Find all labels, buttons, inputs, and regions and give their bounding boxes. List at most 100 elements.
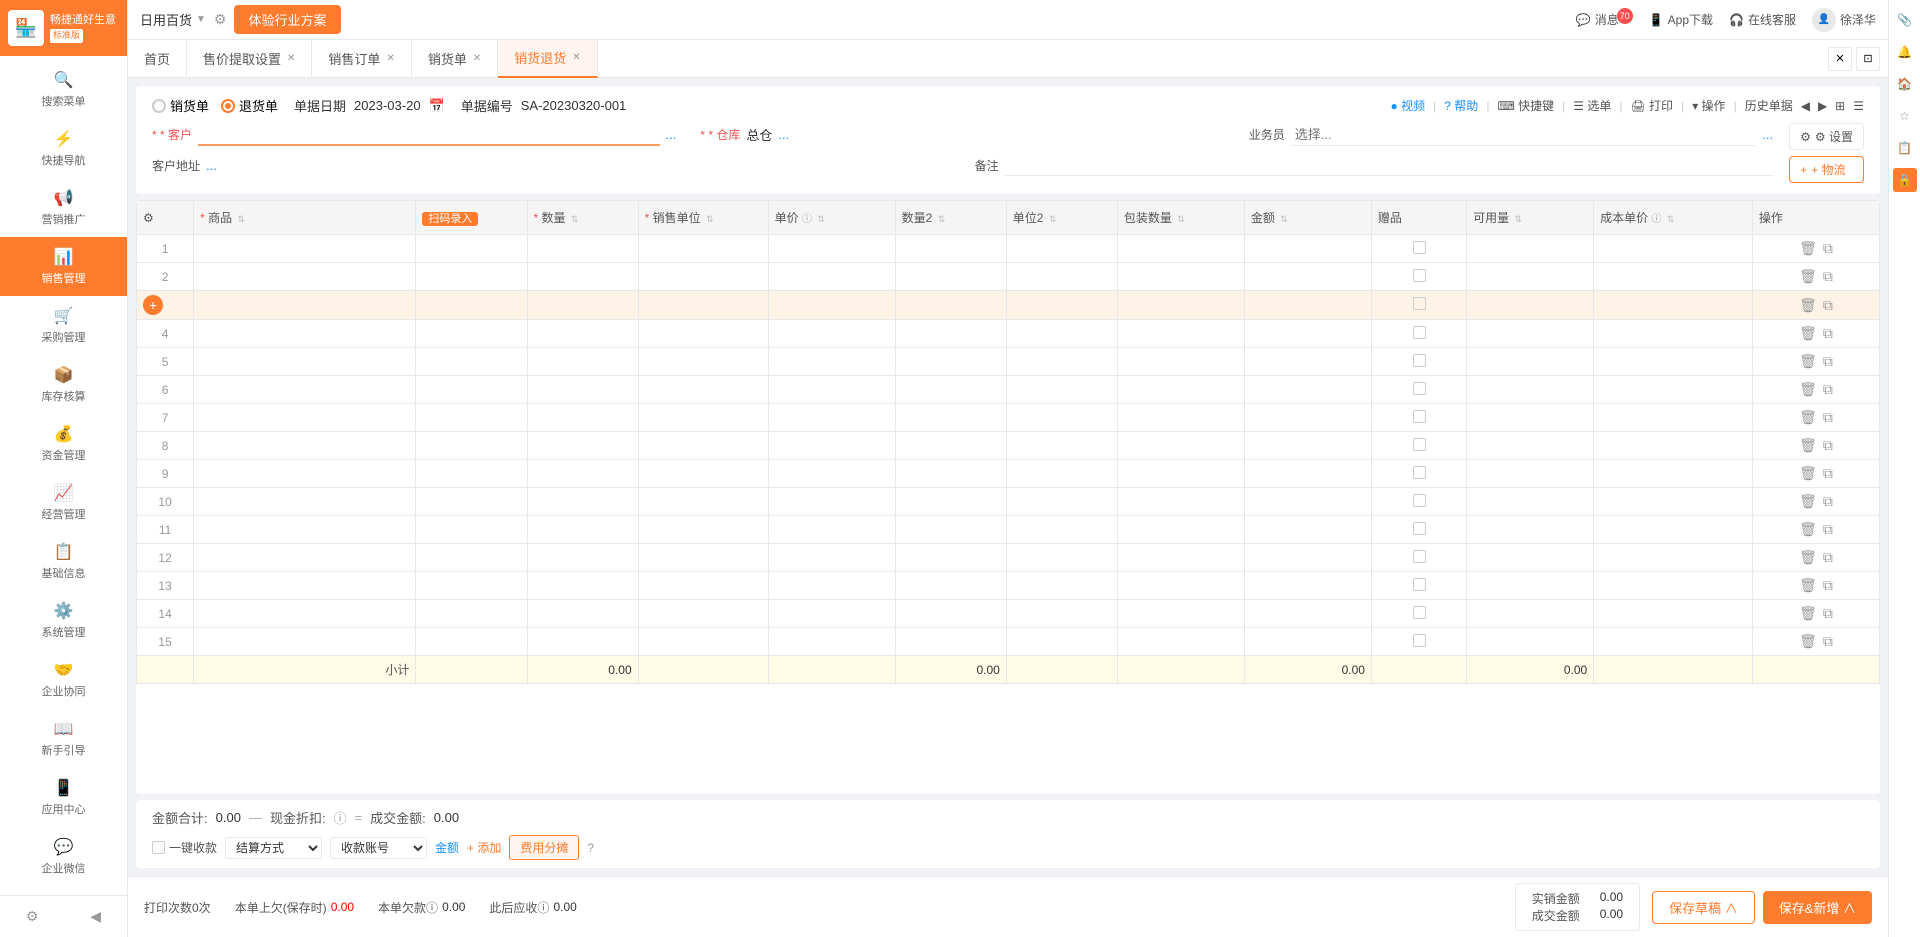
one-click-payment-checkbox[interactable]: 一键收款 [152,839,217,856]
row-delete-icon[interactable]: 🗑 [1799,633,1817,650]
sidebar-item-operations[interactable]: 📈 经营管理 [0,473,127,532]
discount-info-icon[interactable]: ⓘ [334,808,347,827]
payment-checkbox-box[interactable] [152,841,165,854]
salesperson-input[interactable] [1291,124,1757,146]
product-cell[interactable] [194,600,416,628]
right-panel-bell-btn[interactable]: 🔔 [1893,40,1917,64]
tab-delivery[interactable]: 销货单 ✕ [412,40,498,78]
scan-input-button[interactable]: 扫码录入 [422,212,478,226]
radio-return[interactable]: 退货单 [221,96,278,115]
warehouse-picker-dots[interactable]: ... [778,127,789,142]
sidebar-item-wechat[interactable]: 💬 企业微信 [0,827,127,886]
available-sort-icon[interactable]: ⇅ [1515,214,1523,224]
tab-return[interactable]: 销货退货 ✕ [498,40,597,78]
row-copy-icon[interactable]: ⧉ [1823,605,1833,622]
amount-sort-icon[interactable]: ⇅ [1280,214,1288,224]
app-download-button[interactable]: 📱 App下载 [1649,11,1713,28]
row-copy-icon[interactable]: ⧉ [1823,297,1833,314]
col-unit2-header[interactable]: 单位2 ⇅ [1006,201,1117,235]
gift-checkbox[interactable] [1413,326,1426,339]
logistics-button[interactable]: + + 物流 [1789,156,1864,183]
row-copy-icon[interactable]: ⧉ [1823,633,1833,650]
costprice-sort-icon[interactable]: ⇅ [1667,214,1675,224]
radio-delivery[interactable]: 销货单 [152,96,209,115]
settlement-method-select[interactable]: 结算方式 [225,837,322,859]
toolbar-grid2-btn[interactable]: ☰ [1853,99,1864,113]
tab-delivery-close[interactable]: ✕ [473,53,481,64]
right-panel-active-btn[interactable]: 🔒 [1893,168,1917,192]
row-delete-icon[interactable]: 🗑 [1799,465,1817,482]
gift-checkbox[interactable] [1413,578,1426,591]
row-delete-icon[interactable]: 🗑 [1799,549,1817,566]
product-cell[interactable] [194,460,416,488]
tab-close-window[interactable]: ✕ [1828,47,1852,71]
message-button[interactable]: 💬 消息 70 [1576,11,1633,28]
toolbar-select-btn[interactable]: ☰ 选单 [1573,97,1611,114]
tab-return-close[interactable]: ✕ [572,52,580,63]
row-delete-icon[interactable]: 🗑 [1799,381,1817,398]
customer-service-button[interactable]: 🎧 在线客服 [1729,11,1796,28]
gift-checkbox[interactable] [1413,494,1426,507]
col-pkgqty-header[interactable]: 包装数量 ⇅ [1117,201,1244,235]
col-available-header[interactable]: 可用量 ⇅ [1467,201,1594,235]
product-cell[interactable] [194,235,416,263]
right-panel-note-btn[interactable]: 📎 [1893,8,1917,32]
product-cell[interactable] [194,348,416,376]
row-copy-icon[interactable]: ⧉ [1823,549,1833,566]
product-input[interactable] [200,298,409,313]
row-delete-icon[interactable]: 🗑 [1799,325,1817,342]
customer-input[interactable] [198,123,660,146]
customer-picker-dots[interactable]: ... [666,127,677,142]
toolbar-shortcut-btn[interactable]: ⌨ 快捷键 [1497,97,1554,114]
gift-checkbox[interactable] [1413,354,1426,367]
col-amount-header[interactable]: 金额 ⇅ [1244,201,1371,235]
gift-checkbox[interactable] [1413,297,1426,310]
sidebar-item-enterprise[interactable]: 🤝 企业协同 [0,650,127,709]
product-cell[interactable] [194,544,416,572]
add-row-button[interactable]: + [143,295,163,315]
row-delete-icon[interactable]: 🗑 [1799,605,1817,622]
qty2-sort-icon[interactable]: ⇅ [938,214,946,224]
row-copy-icon[interactable]: ⧉ [1823,381,1833,398]
toolbar-print-btn[interactable]: 🖨 打印 [1630,97,1673,114]
sidebar-collapse-button[interactable]: ◀ [86,904,105,929]
product-cell[interactable] [194,572,416,600]
product-cell[interactable] [194,320,416,348]
unit-sort-icon[interactable]: ⇅ [706,214,714,224]
sidebar-item-marketing[interactable]: 📢 营销推广 [0,178,127,237]
product-cell[interactable] [194,291,416,320]
right-panel-star-btn[interactable]: ☆ [1893,104,1917,128]
gift-checkbox[interactable] [1413,382,1426,395]
product-cell[interactable] [194,263,416,291]
sidebar-item-finance[interactable]: 💰 资金管理 [0,414,127,473]
sidebar-item-guide[interactable]: 📖 新手引导 [0,709,127,768]
product-cell[interactable] [194,404,416,432]
tab-price[interactable]: 售价提取设置 ✕ [187,40,312,78]
tab-order[interactable]: 销售订单 ✕ [312,40,411,78]
row-copy-icon[interactable]: ⧉ [1823,325,1833,342]
col-qty2-header[interactable]: 数量2 ⇅ [895,201,1006,235]
row-copy-icon[interactable]: ⧉ [1823,521,1833,538]
col-price-header[interactable]: 单价 ⓘ ⇅ [768,201,895,235]
toolbar-next-btn[interactable]: ▶ [1818,99,1827,113]
row-copy-icon[interactable]: ⧉ [1823,577,1833,594]
col-qty-header[interactable]: * 数量 ⇅ [527,201,638,235]
col-product-header[interactable]: * 商品 ⇅ [194,201,416,235]
toolbar-grid1-btn[interactable]: ⊞ [1835,99,1845,113]
salesperson-picker-dots[interactable]: ... [1762,127,1773,142]
right-panel-list-btn[interactable]: 📋 [1893,136,1917,160]
toolbar-operate-btn[interactable]: ▾ 操作 [1692,97,1725,114]
row-copy-icon[interactable]: ⧉ [1823,409,1833,426]
price-sort-icon[interactable]: ⇅ [817,214,825,224]
toolbar-help-btn[interactable]: ? 帮助 [1444,97,1478,114]
module-selector[interactable]: 日用百货 ▼ [140,10,206,29]
toolbar-video-btn[interactable]: ● 视频 [1391,97,1426,114]
add-fee-button[interactable]: + 添加 [467,839,501,856]
calendar-icon[interactable]: 📅 [429,98,445,114]
row-delete-icon[interactable]: 🗑 [1799,409,1817,426]
sidebar-item-appstore[interactable]: 📱 应用中心 [0,768,127,827]
topbar-settings-icon[interactable]: ⚙ [214,11,227,28]
gift-checkbox[interactable] [1413,634,1426,647]
toolbar-prev-btn[interactable]: ◀ [1801,99,1810,113]
gift-checkbox[interactable] [1413,606,1426,619]
